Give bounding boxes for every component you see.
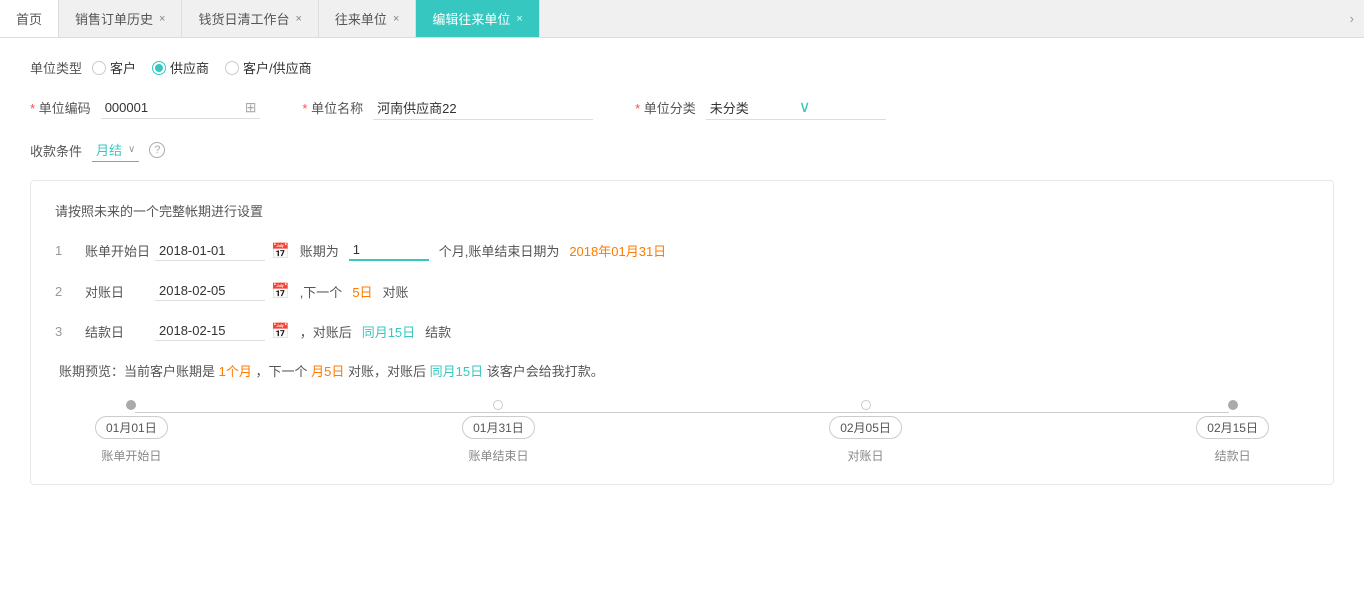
- tabs-more-arrow[interactable]: ›: [1340, 0, 1364, 37]
- radio-circle-customer: [92, 61, 106, 75]
- step-2-desc-prefix: ,下一个: [300, 282, 343, 301]
- preview-text: 账期预览：当前客户账期是 1个月 ，下一个 月5日 对账，对账后 同月15日 该…: [55, 361, 1309, 380]
- preview-orange2: 月5日: [311, 364, 344, 379]
- timeline-item-3: 02月15日 结款日: [1196, 400, 1269, 464]
- step-3-desc-prefix: ，对账后: [300, 322, 352, 341]
- timeline-badge-3: 02月15日: [1196, 416, 1269, 439]
- timeline-item-0: 01月01日 账单开始日: [95, 400, 168, 464]
- step-1-end-text: 个月,账单结束日期为: [439, 241, 560, 260]
- preview-orange1: 1个月: [219, 364, 252, 379]
- step-1-date-input[interactable]: [155, 241, 265, 261]
- step-3-date-input[interactable]: [155, 321, 265, 341]
- step-1-date-group: 📅: [155, 241, 290, 261]
- timeline-item-1: 01月31日 账单结束日: [462, 400, 535, 464]
- timeline-items: 01月01日 账单开始日 01月31日 账单结束日 02月05日 对账日: [95, 400, 1269, 464]
- step-3-highlight: 同月15日: [362, 322, 415, 341]
- timeline-label-3: 结款日: [1215, 447, 1251, 464]
- radio-circle-both: [225, 61, 239, 75]
- unit-code-label: 单位编码: [30, 98, 91, 117]
- payment-condition-row: 收款条件 月结 ∨ ?: [30, 138, 1334, 162]
- tab-cash-work[interactable]: 钱货日清工作台 ×: [182, 0, 318, 37]
- radio-both[interactable]: 客户/供应商: [225, 58, 312, 77]
- step-3-row: 3 结款日 📅 ，对账后 同月15日 结款: [55, 321, 1309, 341]
- timeline-label-2: 对账日: [848, 447, 884, 464]
- step-2-label: 对账日: [85, 282, 145, 301]
- unit-code-icon[interactable]: ⊞: [245, 99, 257, 116]
- calendar-icon-2[interactable]: 📅: [271, 282, 290, 300]
- tabs-bar: 首页 销售订单历史 × 钱货日清工作台 × 往来单位 × 编辑往来单位 × ›: [0, 0, 1364, 38]
- help-icon[interactable]: ?: [149, 142, 165, 158]
- timeline-dot-3: [1228, 400, 1238, 410]
- timeline-label-0: 账单开始日: [101, 447, 161, 464]
- step-2-row: 2 对账日 📅 ,下一个 5日 对账: [55, 281, 1309, 301]
- step-1-num: 1: [55, 243, 75, 258]
- unit-type-label: 单位类型: [30, 58, 82, 77]
- step-1-row: 1 账单开始日 📅 账期为 个月,账单结束日期为 2018年01月31日: [55, 240, 1309, 261]
- tab-partner[interactable]: 往来单位 ×: [319, 0, 416, 37]
- step-1-mid-text: 账期为: [300, 241, 339, 260]
- close-tab-cash-work[interactable]: ×: [295, 13, 301, 25]
- radio-customer[interactable]: 客户: [92, 58, 136, 77]
- main-content: 单位类型 客户 供应商 客户/供应商 单位编码 ⊞ 单位名称 单位分类: [0, 38, 1364, 608]
- step-3-num: 3: [55, 324, 75, 339]
- tab-edit-partner[interactable]: 编辑往来单位 ×: [416, 0, 539, 37]
- step-2-highlight: 5日: [352, 282, 372, 301]
- timeline-dot-1: [493, 400, 503, 410]
- close-tab-edit-partner[interactable]: ×: [516, 13, 522, 25]
- card-instruction: 请按照未来的一个完整帐期进行设置: [55, 201, 1309, 220]
- unit-type-row: 单位类型 客户 供应商 客户/供应商: [30, 58, 1334, 77]
- step-3-label: 结款日: [85, 322, 145, 341]
- radio-circle-supplier: [152, 61, 166, 75]
- tab-home[interactable]: 首页: [0, 0, 59, 37]
- step-3-desc-suffix: 结款: [425, 322, 451, 341]
- unit-code-input[interactable]: [105, 100, 245, 115]
- close-tab-partner[interactable]: ×: [393, 13, 399, 25]
- calendar-icon-1[interactable]: 📅: [271, 242, 290, 260]
- tab-sales-order[interactable]: 销售订单历史 ×: [59, 0, 182, 37]
- close-tab-sales-order[interactable]: ×: [159, 13, 165, 25]
- chevron-down-icon-payment: ∨: [128, 144, 135, 155]
- timeline-container: 01月01日 账单开始日 01月31日 账单结束日 02月05日 对账日: [55, 400, 1309, 464]
- period-input[interactable]: [349, 240, 429, 261]
- unit-name-label: 单位名称: [302, 98, 363, 117]
- step-2-date-input[interactable]: [155, 281, 265, 301]
- unit-name-input[interactable]: [373, 96, 593, 120]
- radio-supplier[interactable]: 供应商: [152, 58, 209, 77]
- unit-type-radio-group: 客户 供应商 客户/供应商: [92, 58, 312, 77]
- timeline-badge-0: 01月01日: [95, 416, 168, 439]
- step-3-date-group: 📅: [155, 321, 290, 341]
- step-2-date-group: 📅: [155, 281, 290, 301]
- preview-cyan: 同月15日: [430, 364, 483, 379]
- timeline-badge-2: 02月05日: [829, 416, 902, 439]
- payment-condition-select[interactable]: 月结 ∨: [92, 138, 139, 162]
- step-1-label: 账单开始日: [85, 241, 145, 260]
- timeline-badge-1: 01月31日: [462, 416, 535, 439]
- unit-code-field: ⊞: [101, 97, 261, 119]
- timeline-dot-0: [126, 400, 136, 410]
- step-1-highlight: 2018年01月31日: [569, 241, 666, 260]
- timeline-item-2: 02月05日 对账日: [829, 400, 902, 464]
- step-2-num: 2: [55, 284, 75, 299]
- timeline-label-1: 账单结束日: [468, 447, 528, 464]
- period-settings-card: 请按照未来的一个完整帐期进行设置 1 账单开始日 📅 账期为 个月,账单结束日期…: [30, 180, 1334, 485]
- unit-category-label: 单位分类: [635, 98, 696, 117]
- timeline-dot-2: [861, 400, 871, 410]
- chevron-down-icon: ∨: [799, 97, 882, 117]
- step-2-desc-suffix: 对账: [383, 282, 409, 301]
- unit-info-row: 单位编码 ⊞ 单位名称 单位分类 未分类 ∨: [30, 95, 1334, 120]
- unit-category-select[interactable]: 未分类 ∨: [706, 95, 886, 120]
- payment-condition-label: 收款条件: [30, 141, 82, 160]
- calendar-icon-3[interactable]: 📅: [271, 322, 290, 340]
